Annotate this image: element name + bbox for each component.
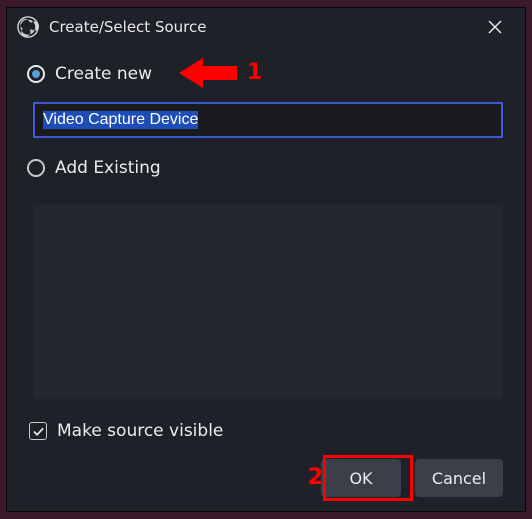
obs-icon xyxy=(17,16,39,38)
existing-sources-list[interactable] xyxy=(33,204,503,399)
titlebar: Create/Select Source xyxy=(7,8,525,46)
close-icon xyxy=(488,20,502,34)
dialog-button-row: OK Cancel xyxy=(27,459,505,497)
radio-add-existing[interactable]: Add Existing xyxy=(27,158,505,178)
ok-button[interactable]: OK xyxy=(321,459,401,497)
source-name-field-wrap xyxy=(33,102,503,138)
cancel-button[interactable]: Cancel xyxy=(415,459,503,497)
create-select-source-dialog: Create/Select Source Create new Add Exis… xyxy=(6,7,526,512)
radio-create-new-label: Create new xyxy=(55,64,152,84)
dialog-title: Create/Select Source xyxy=(49,18,465,36)
checkbox-icon xyxy=(29,422,47,440)
radio-add-existing-label: Add Existing xyxy=(55,158,161,178)
radio-icon xyxy=(27,159,45,177)
radio-icon xyxy=(27,65,45,83)
make-visible-checkbox[interactable]: Make source visible xyxy=(29,421,505,441)
close-button[interactable] xyxy=(475,8,515,46)
dialog-body: Create new Add Existing Make source visi… xyxy=(7,46,525,511)
radio-create-new[interactable]: Create new xyxy=(27,64,505,84)
source-name-input[interactable] xyxy=(33,102,503,138)
make-visible-label: Make source visible xyxy=(57,421,223,441)
